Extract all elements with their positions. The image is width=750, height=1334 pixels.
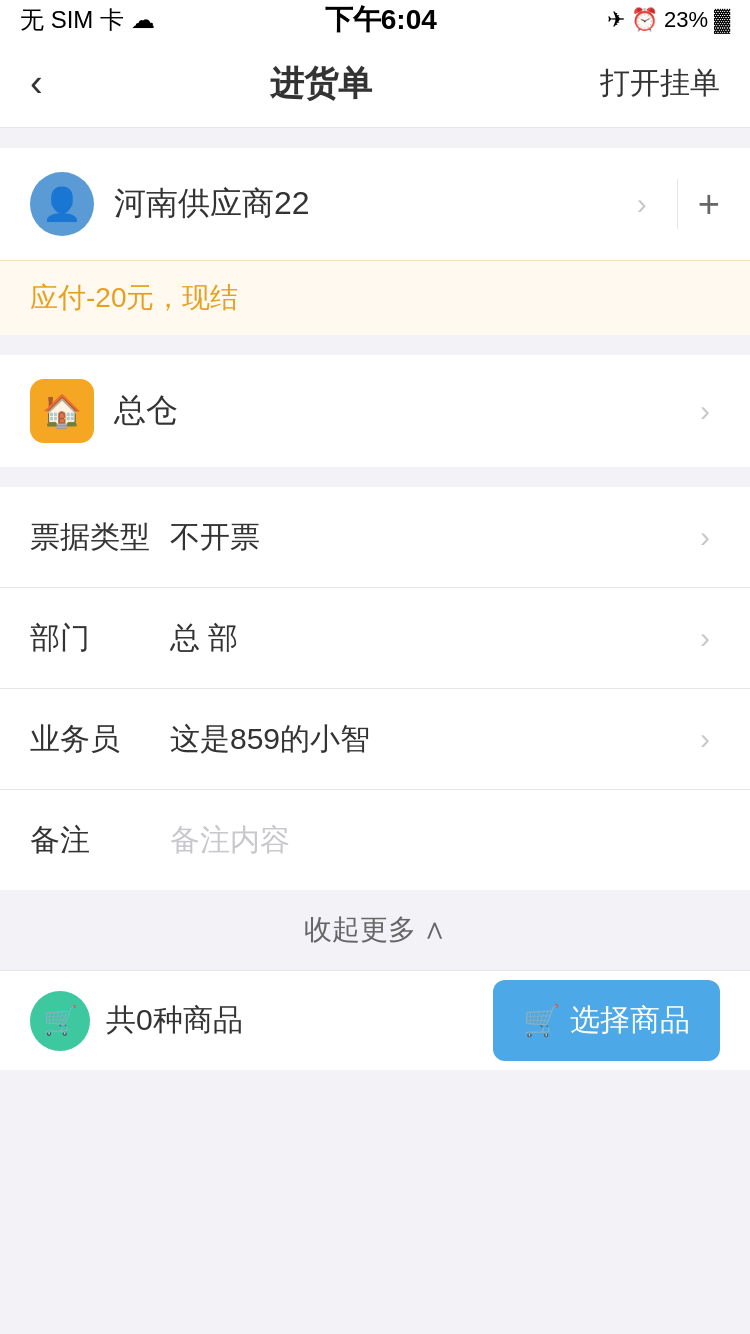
- form-section: 票据类型 不开票 › 部门 总 部 › 业务员 这是859的小智 › 备注 备注…: [0, 487, 750, 890]
- battery-icon: ▓: [714, 7, 730, 33]
- add-supplier-button[interactable]: +: [698, 183, 720, 226]
- person-icon: 👤: [42, 185, 82, 223]
- warehouse-name: 总仓: [114, 389, 700, 433]
- dept-chevron-icon: ›: [700, 621, 710, 655]
- dept-value: 总 部: [170, 618, 700, 659]
- select-goods-cart-icon: 🛒: [523, 1003, 560, 1038]
- warehouse-row[interactable]: 🏠 总仓 ›: [0, 355, 750, 467]
- select-goods-button[interactable]: 🛒 选择商品: [493, 980, 720, 1061]
- chevron-right-icon: ›: [637, 187, 647, 221]
- warehouse-icon-wrap: 🏠: [30, 379, 94, 443]
- divider: [677, 179, 678, 229]
- status-bar: 无 SIM 卡 ☁ 下午6:04 ✈ ⏰ 23% ▓: [0, 0, 750, 40]
- product-count: 共0种商品: [106, 1000, 493, 1041]
- select-goods-label: 选择商品: [570, 1000, 690, 1041]
- sep-3: [0, 467, 750, 487]
- staff-value: 这是859的小智: [170, 719, 700, 760]
- signal-text: 无 SIM 卡 ☁: [20, 4, 155, 36]
- invoice-row[interactable]: 票据类型 不开票 ›: [0, 487, 750, 587]
- bottom-bar: 🛒 共0种商品 🛒 选择商品: [0, 970, 750, 1070]
- alert-banner: 应付-20元，现结: [0, 260, 750, 335]
- collapse-label: 收起更多 ∧: [304, 911, 447, 949]
- staff-row[interactable]: 业务员 这是859的小智 ›: [0, 689, 750, 789]
- warehouse-icon: 🏠: [42, 392, 82, 430]
- supplier-row[interactable]: 👤 河南供应商22 › +: [0, 148, 750, 260]
- sep-2: [0, 335, 750, 355]
- open-pending-button[interactable]: 打开挂单: [600, 63, 720, 104]
- remark-input[interactable]: 备注内容: [170, 820, 720, 861]
- avatar: 👤: [30, 172, 94, 236]
- cart-icon: 🛒: [43, 1004, 78, 1037]
- status-left: 无 SIM 卡 ☁: [20, 4, 155, 36]
- remark-row[interactable]: 备注 备注内容: [0, 790, 750, 890]
- supplier-name: 河南供应商22: [114, 182, 637, 226]
- battery-text: 23%: [664, 7, 708, 33]
- supplier-section: 👤 河南供应商22 › + 应付-20元，现结: [0, 148, 750, 335]
- dept-row[interactable]: 部门 总 部 ›: [0, 588, 750, 688]
- top-separator: [0, 128, 750, 148]
- staff-label: 业务员: [30, 719, 170, 760]
- location-icon: ✈: [607, 7, 625, 33]
- warehouse-chevron-icon: ›: [700, 394, 710, 428]
- back-button[interactable]: ‹: [30, 62, 43, 105]
- remaining-background: [0, 1070, 750, 1334]
- staff-chevron-icon: ›: [700, 722, 710, 756]
- status-time: 下午6:04: [325, 1, 437, 39]
- collapse-row[interactable]: 收起更多 ∧: [0, 890, 750, 970]
- page-title: 进货单: [270, 61, 372, 107]
- invoice-value: 不开票: [170, 517, 700, 558]
- dept-label: 部门: [30, 618, 170, 659]
- remark-label: 备注: [30, 820, 170, 861]
- alarm-icon: ⏰: [631, 7, 658, 33]
- status-right: ✈ ⏰ 23% ▓: [607, 7, 730, 33]
- invoice-chevron-icon: ›: [700, 520, 710, 554]
- nav-bar: ‹ 进货单 打开挂单: [0, 40, 750, 128]
- warehouse-section: 🏠 总仓 ›: [0, 355, 750, 467]
- product-icon-wrap: 🛒: [30, 991, 90, 1051]
- invoice-label: 票据类型: [30, 517, 170, 558]
- alert-text: 应付-20元，现结: [30, 282, 238, 313]
